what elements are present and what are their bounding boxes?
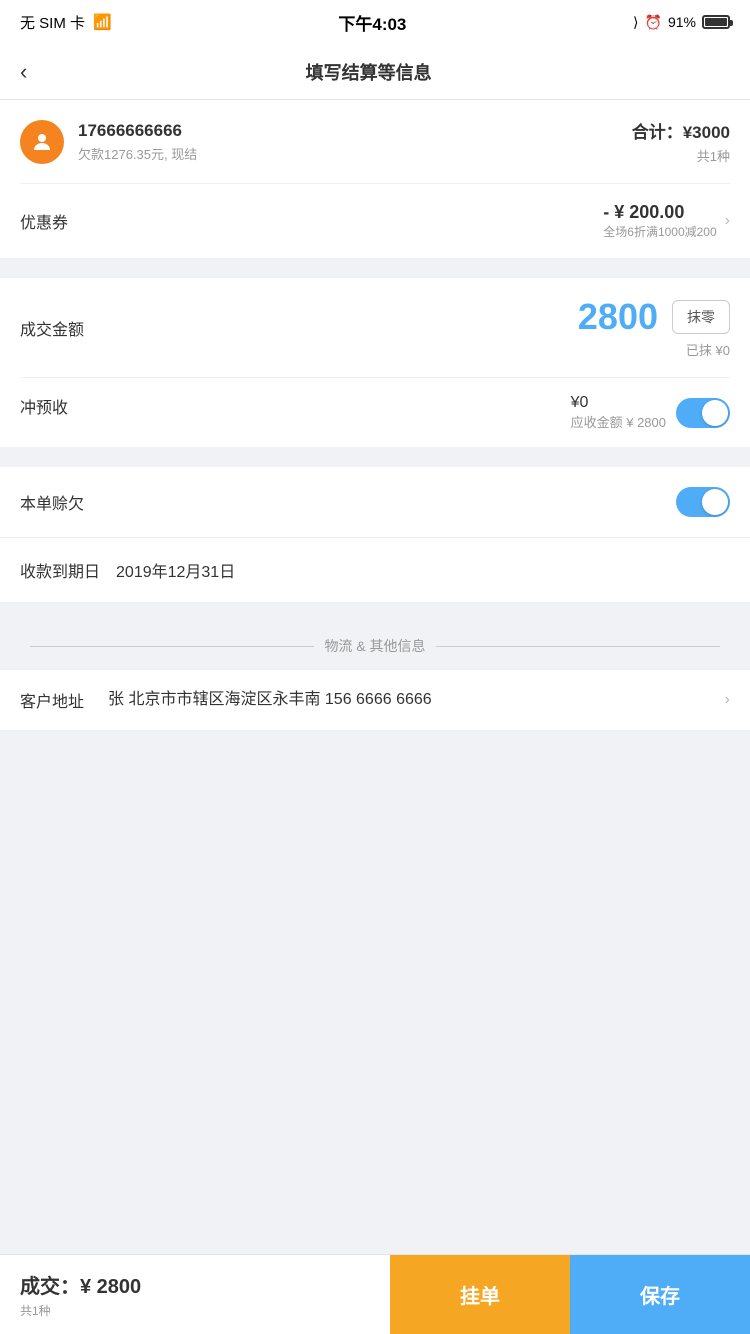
benshen-toggle-knob [702,489,728,515]
status-right: ⟩ ⏰ 91% [633,14,730,31]
status-bar: 无 SIM 卡 📶 下午4:03 ⟩ ⏰ 91% [0,0,750,44]
coupon-amount-block: - ¥ 200.00 全场6折满1000减200 [603,202,716,240]
carrier-label: 无 SIM 卡 [20,12,85,33]
battery-icon [702,15,730,29]
total-amount: 合计：¥3000 [632,118,730,143]
logistics-text: 物流 & 其他信息 [324,636,425,656]
round-button[interactable]: 抹零 [672,300,730,334]
coupon-label: 优惠券 [20,209,68,233]
logistics-line-right [436,646,720,647]
benshen-toggle[interactable] [676,487,730,517]
chongyu-amount-block: ¥0 应收金额 ¥ 2800 [571,394,666,431]
address-chevron-icon: › [725,691,730,709]
bottom-deal-label: 成交：¥ 2800 [20,1270,370,1299]
customer-row: 17666666666 欠款1276.35元, 现结 合计：¥3000 共1种 [0,100,750,183]
coupon-row[interactable]: 优惠券 - ¥ 200.00 全场6折满1000减200 › [0,184,750,258]
separator-3 [0,612,750,622]
time-label: 下午4:03 [338,10,406,35]
chongyu-row: 冲预收 ¥0 应收金额 ¥ 2800 [0,378,750,447]
deal-amount-input-row: 2800 抹零 [578,296,730,338]
separator-2 [0,457,750,467]
benshen-label: 本单赊欠 [20,490,84,514]
avatar [20,120,64,164]
separator-1 [0,268,750,278]
address-row[interactable]: 客户地址 张 北京市市辖区海淀区永丰南 156 6666 6666 › [0,670,750,730]
deal-amount-right: 2800 抹零 已抹 ¥0 [578,296,730,359]
address-label: 客户地址 [20,688,88,712]
duedate-label: 收款到期日 [20,558,100,582]
save-button[interactable]: 保存 [570,1255,750,1334]
alarm-icon: ⏰ [645,14,662,31]
customer-section: 17666666666 欠款1276.35元, 现结 合计：¥3000 共1种 … [0,100,750,258]
coupon-chevron-icon: › [725,212,730,230]
customer-phone: 17666666666 [78,121,632,141]
bottom-deal-text: 成交： [20,1276,80,1298]
deal-amount-row: 成交金额 2800 抹零 已抹 ¥0 [0,278,750,377]
total-count: 共1种 [632,146,730,165]
deal-amount-label: 成交金额 [20,316,84,340]
customer-debt: 欠款1276.35元, 现结 [78,144,632,163]
coupon-right: - ¥ 200.00 全场6折满1000减200 › [603,202,730,240]
customer-info: 17666666666 欠款1276.35元, 现结 [78,121,632,163]
bottom-deal-amount: ¥ 2800 [80,1276,141,1298]
nav-bar: ‹ 填写结算等信息 [0,44,750,100]
bottom-count: 共1种 [20,1302,370,1319]
deal-section: 成交金额 2800 抹零 已抹 ¥0 冲预收 ¥0 应收金额 ¥ 2800 [0,278,750,447]
wifi-icon: 📶 [93,13,112,31]
logistics-line-left [30,646,314,647]
chongyu-amount: ¥0 [571,394,666,412]
status-left: 无 SIM 卡 📶 [20,12,112,33]
duedate-value: 2019年12月31日 [116,558,235,582]
logistics-separator: 物流 & 其他信息 [0,622,750,670]
battery-percent: 91% [668,14,696,30]
duedate-row: 收款到期日 2019年12月31日 [0,537,750,602]
benshen-section: 本单赊欠 收款到期日 2019年12月31日 [0,467,750,602]
customer-total: 合计：¥3000 共1种 [632,118,730,165]
chongyu-right: ¥0 应收金额 ¥ 2800 [571,394,730,431]
back-button[interactable]: ‹ [20,59,27,85]
address-value: 张 北京市市辖区海淀区永丰南 156 6666 6666 [108,688,717,712]
bottom-summary: 成交：¥ 2800 共1种 [0,1270,390,1319]
chongyu-sub: 应收金额 ¥ 2800 [571,412,666,431]
chongyu-toggle[interactable] [676,398,730,428]
coupon-desc: 全场6折满1000减200 [603,223,716,240]
bottom-padding [0,920,750,1010]
deal-amount-sub: 已抹 ¥0 [578,340,730,359]
location-icon: ⟩ [633,14,638,31]
bottom-bar: 成交：¥ 2800 共1种 挂单 保存 [0,1254,750,1334]
coupon-amount: - ¥ 200.00 [603,202,716,223]
page-title: 填写结算等信息 [47,59,690,85]
hang-button[interactable]: 挂单 [390,1255,570,1334]
benshen-row: 本单赊欠 [0,467,750,537]
toggle-knob [702,400,728,426]
separator-4 [0,740,750,920]
address-section: 客户地址 张 北京市市辖区海淀区永丰南 156 6666 6666 › [0,670,750,730]
chongyu-label: 冲预收 [20,394,68,418]
deal-amount-value[interactable]: 2800 [578,296,658,338]
